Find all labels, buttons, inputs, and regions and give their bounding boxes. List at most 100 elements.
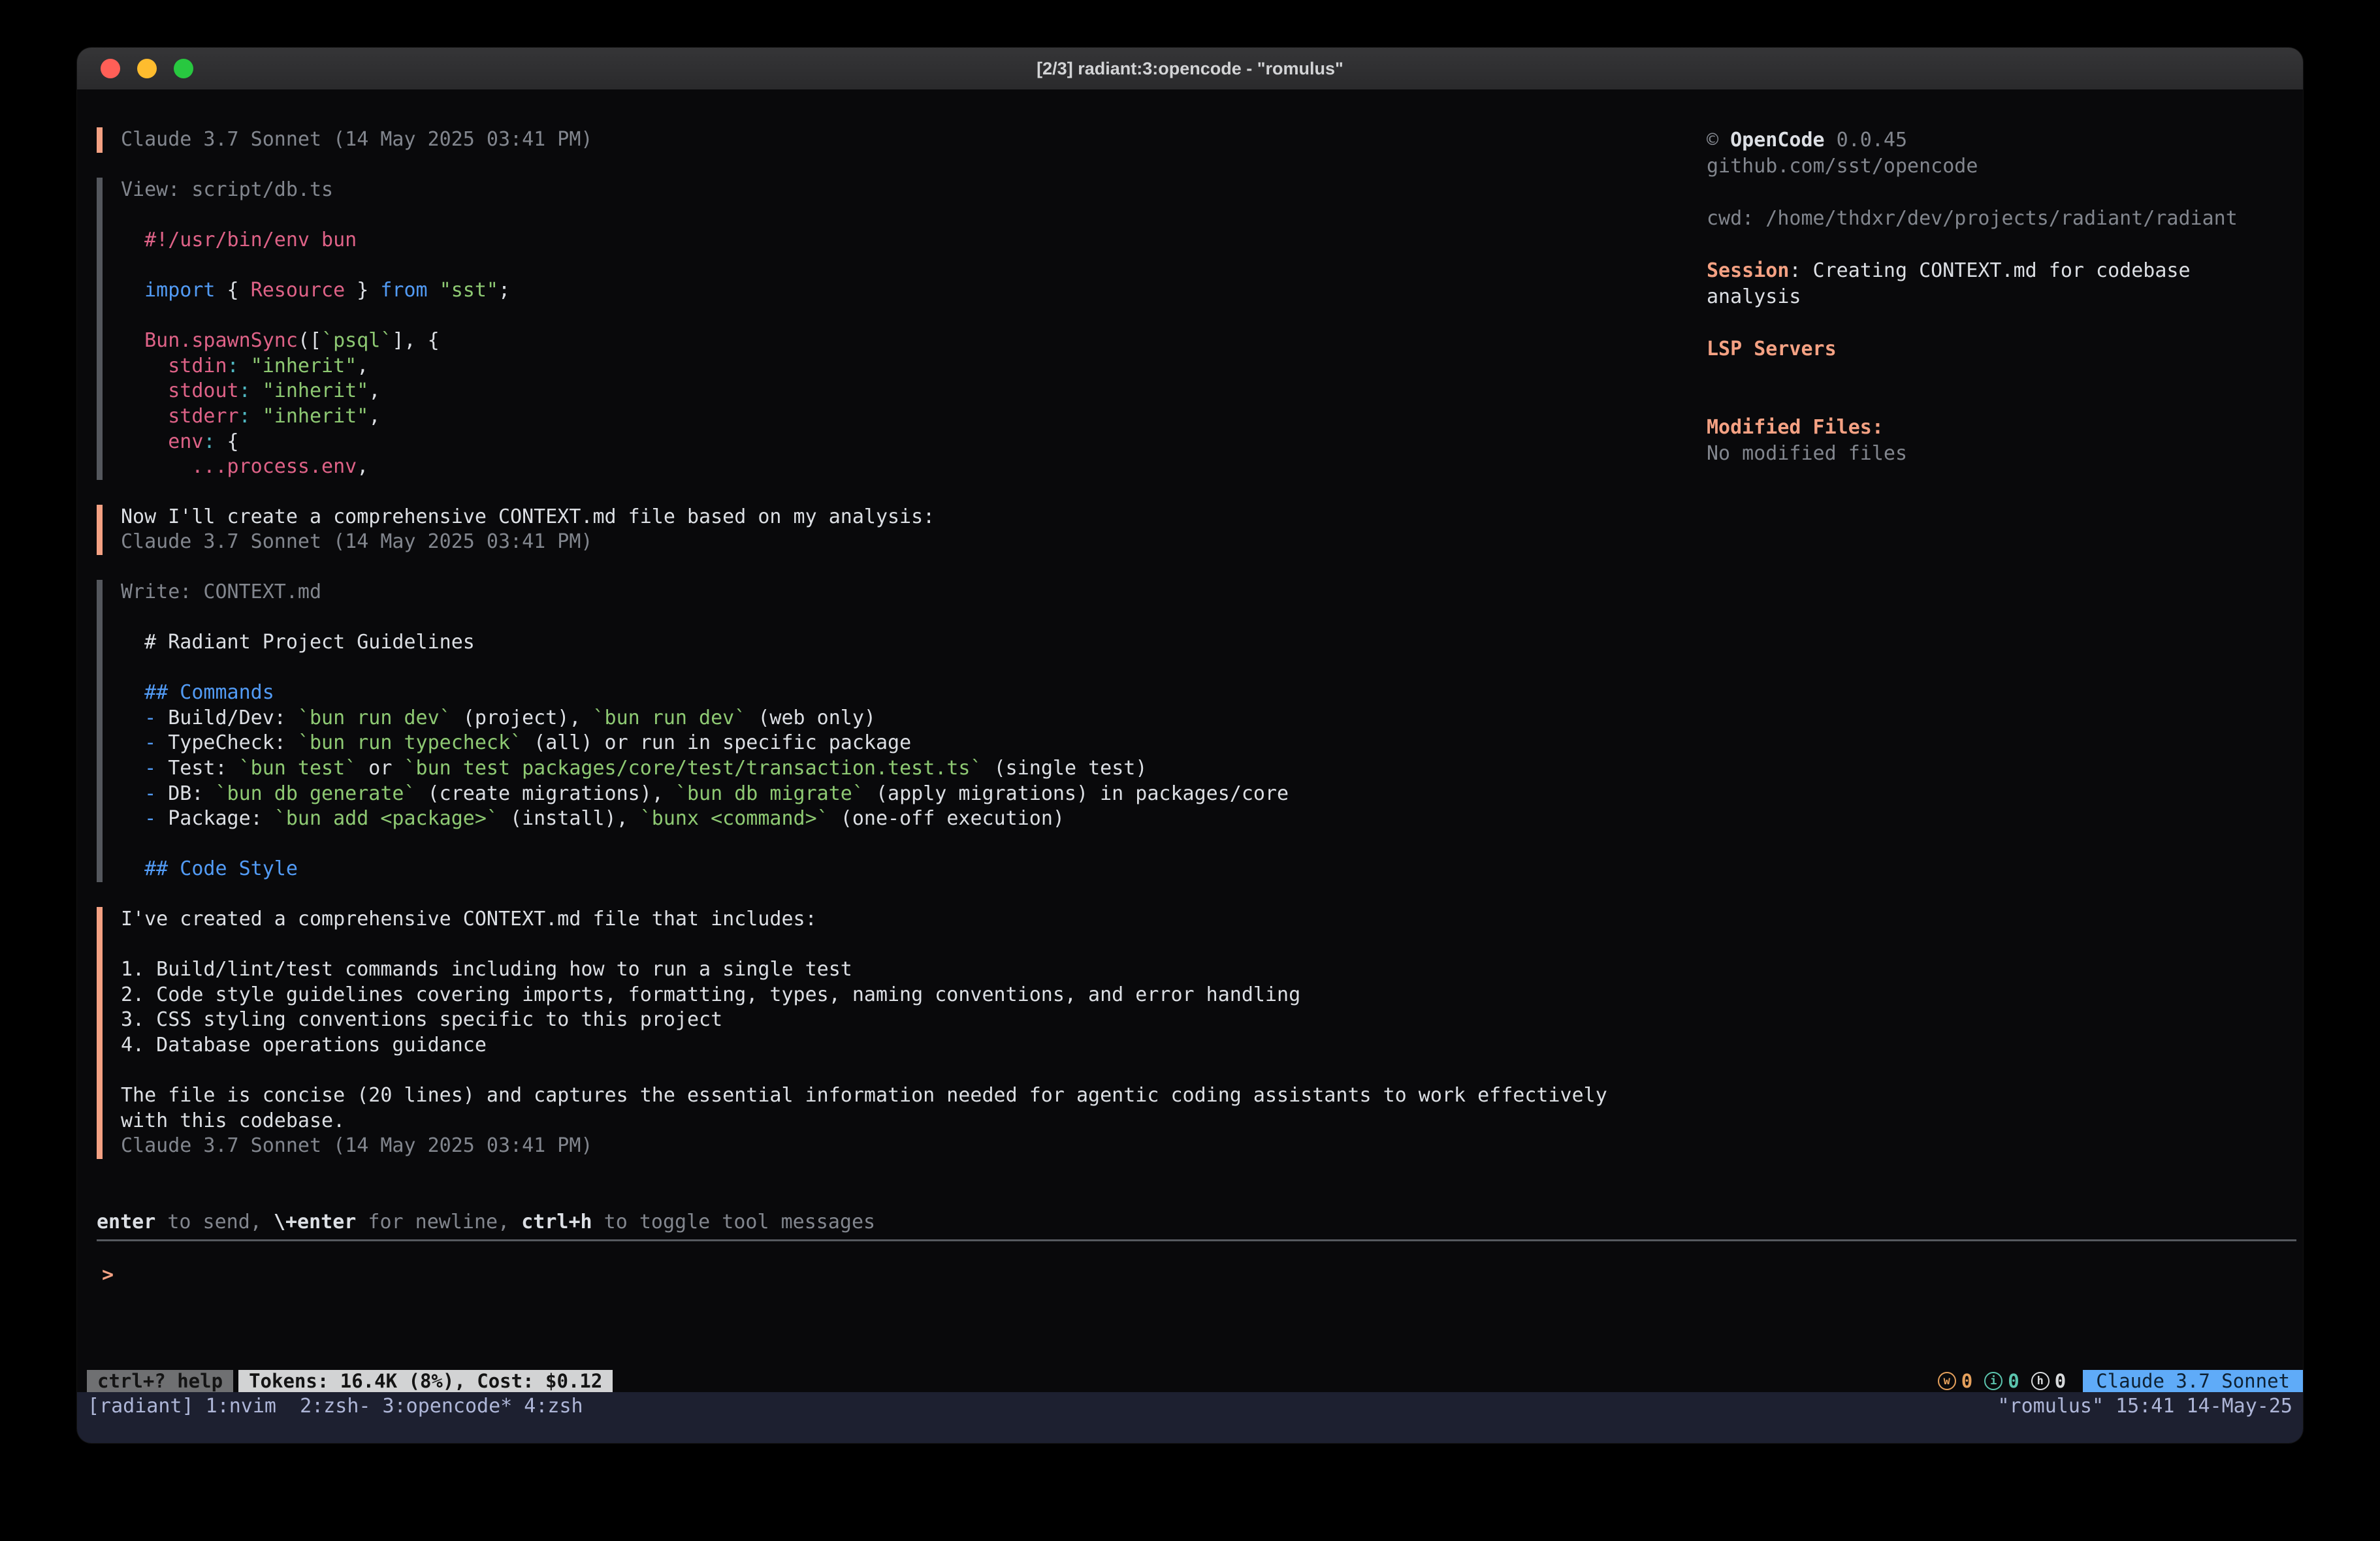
terminal-line: ## Commands xyxy=(121,680,1703,706)
tool-view-block: View: script/db.ts #!/usr/bin/env bun im… xyxy=(97,178,1703,480)
terminal-window[interactable]: [2/3] radiant:3:opencode - "romulus" Cla… xyxy=(77,48,2303,1443)
text-segment: from xyxy=(380,279,427,302)
text-segment: Session xyxy=(1707,259,1789,282)
text-segment: : xyxy=(239,379,251,402)
text-segment: to send, xyxy=(155,1211,274,1233)
terminal-line xyxy=(121,605,1703,631)
window-titlebar[interactable]: [2/3] radiant:3:opencode - "romulus" xyxy=(77,48,2303,89)
text-segment: `bun test` xyxy=(239,757,357,780)
text-segment: I've created a comprehensive CONTEXT.md … xyxy=(121,908,817,930)
text-segment: 4. Database operations guidance xyxy=(121,1034,487,1056)
terminal-line xyxy=(121,832,1703,857)
text-segment: env xyxy=(121,430,203,453)
terminal-line: - Package: `bun add <package>` (install)… xyxy=(121,806,1703,832)
text-segment: to toggle tool messages xyxy=(592,1211,875,1233)
tmux-window-list[interactable]: [radiant] 1:nvim 2:zsh- 3:opencode* 4:zs… xyxy=(88,1395,583,1418)
terminal-line xyxy=(121,1058,1703,1084)
terminal-line: Claude 3.7 Sonnet (14 May 2025 03:41 PM) xyxy=(121,127,1703,153)
text-segment: LSP Servers xyxy=(1707,338,1837,360)
text-segment: # Radiant Project Guidelines xyxy=(121,631,475,654)
text-segment: ctrl+h xyxy=(521,1211,592,1233)
text-segment: `bun add <package>` xyxy=(274,807,498,830)
text-segment: Build/Dev: xyxy=(168,707,298,729)
text-segment: TypeCheck: xyxy=(168,731,298,754)
terminal-line: - Build/Dev: `bun run dev` (project), `b… xyxy=(121,706,1703,731)
text-segment: `psql` xyxy=(321,329,392,352)
terminal-content[interactable]: Claude 3.7 Sonnet (14 May 2025 03:41 PM)… xyxy=(77,89,2303,1443)
text-segment: } xyxy=(345,279,380,302)
terminal-line: Claude 3.7 Sonnet (14 May 2025 03:41 PM) xyxy=(121,530,1703,555)
terminal-line: 1. Build/lint/test commands including ho… xyxy=(121,957,1703,983)
text-segment: 2. Code style guidelines covering import… xyxy=(121,983,1300,1006)
text-segment: `bun run typecheck` xyxy=(298,731,522,754)
text-segment: : xyxy=(239,405,251,428)
hint-diagnostic: h0 xyxy=(2031,1370,2066,1392)
terminal-line: - TypeCheck: `bun run typecheck` (all) o… xyxy=(121,731,1703,756)
chat-transcript: Claude 3.7 Sonnet (14 May 2025 03:41 PM)… xyxy=(97,127,1703,1184)
diagnostic-count: 0 xyxy=(1961,1370,1972,1392)
text-segment: "inherit" xyxy=(263,405,369,428)
diagnostic-count: 0 xyxy=(2055,1370,2066,1392)
warning-diagnostic: w0 xyxy=(1938,1370,1972,1392)
text-segment: `bun run dev` xyxy=(593,707,747,729)
terminal-line xyxy=(121,656,1703,681)
sidebar-line: © OpenCode 0.0.45 xyxy=(1707,127,2294,153)
terminal-line: stdout: "inherit", xyxy=(121,379,1703,404)
text-segment: (project), xyxy=(451,707,593,729)
editor-divider xyxy=(97,1239,2296,1241)
text-segment xyxy=(251,405,263,428)
text-segment: "inherit" xyxy=(263,379,369,402)
text-segment: No modified files xyxy=(1707,442,1907,465)
text-segment: cwd: /home/thdxr/dev/projects/radiant/ra… xyxy=(1707,207,2238,230)
text-segment: : Creating CONTEXT.md for codebase xyxy=(1789,259,2190,282)
tmux-status-row: [radiant] 1:nvim 2:zsh- 3:opencode* 4:zs… xyxy=(88,1392,2292,1420)
text-segment: Bun.spawnSync xyxy=(121,329,298,352)
sidebar-line xyxy=(1707,232,2294,258)
assistant-summary-block: I've created a comprehensive CONTEXT.md … xyxy=(97,907,1703,1159)
text-segment: - xyxy=(121,707,168,729)
terminal-line: ## Code Style xyxy=(121,857,1703,882)
assistant-message-block: Now I'll create a comprehensive CONTEXT.… xyxy=(97,505,1703,555)
text-segment: 3. CSS styling conventions specific to t… xyxy=(121,1008,722,1031)
text-segment: ...process.env xyxy=(121,455,357,478)
text-segment: (web only) xyxy=(746,707,876,729)
terminal-line: Now I'll create a comprehensive CONTEXT.… xyxy=(121,505,1703,530)
text-segment: - xyxy=(121,731,168,754)
warning-diagnostic-icon: w xyxy=(1938,1372,1956,1390)
text-segment: \+enter xyxy=(274,1211,356,1233)
terminal-line xyxy=(121,202,1703,228)
terminal-line: #!/usr/bin/env bun xyxy=(121,228,1703,253)
text-segment xyxy=(239,355,251,377)
terminal-line: env: { xyxy=(121,430,1703,455)
opencode-statusbar: ctrl+? help Tokens: 16.4K (8%), Cost: $0… xyxy=(77,1370,2303,1392)
screen: { "colors": { "accent_orange": "#f4a183"… xyxy=(0,0,2380,1541)
text-segment: "inherit" xyxy=(251,355,357,377)
text-segment: Claude 3.7 Sonnet (14 May 2025 03:41 PM) xyxy=(121,1134,592,1157)
help-shortcut-chip: ctrl+? help xyxy=(87,1370,233,1392)
text-segment xyxy=(428,279,440,302)
tmux-session-info: "romulus" 15:41 14-May-25 xyxy=(1997,1395,2292,1418)
message-input[interactable] xyxy=(114,1262,2296,1288)
terminal-line: 2. Code style guidelines covering import… xyxy=(121,983,1703,1008)
tmux-statusbar: [radiant] 1:nvim 2:zsh- 3:opencode* 4:zs… xyxy=(77,1392,2303,1443)
text-segment: Claude 3.7 Sonnet (14 May 2025 03:41 PM) xyxy=(121,530,592,553)
text-segment: (install), xyxy=(498,807,640,830)
text-segment: , xyxy=(357,455,368,478)
keybind-help-line: enter to send, \+enter for newline, ctrl… xyxy=(97,1210,2296,1235)
info-diagnostic: i0 xyxy=(1984,1370,2019,1392)
text-segment: `bun test packages/core/test/transaction… xyxy=(404,757,982,780)
text-segment: ## Commands xyxy=(121,681,274,704)
hint-diagnostic-icon: h xyxy=(2031,1372,2050,1390)
text-segment: (create migrations), xyxy=(416,782,675,805)
text-segment: stdout xyxy=(121,379,239,402)
terminal-line xyxy=(121,253,1703,278)
text-segment: , xyxy=(368,405,380,428)
text-segment: ([ xyxy=(298,329,321,352)
text-segment: (all) or run in specific package xyxy=(522,731,911,754)
text-segment: Test: xyxy=(168,757,238,780)
terminal-line: Write: CONTEXT.md xyxy=(121,580,1703,605)
text-segment: ], { xyxy=(392,329,439,352)
text-segment: Package: xyxy=(168,807,274,830)
text-segment: or xyxy=(357,757,404,780)
text-segment: The file is concise (20 lines) and captu… xyxy=(121,1084,1607,1107)
